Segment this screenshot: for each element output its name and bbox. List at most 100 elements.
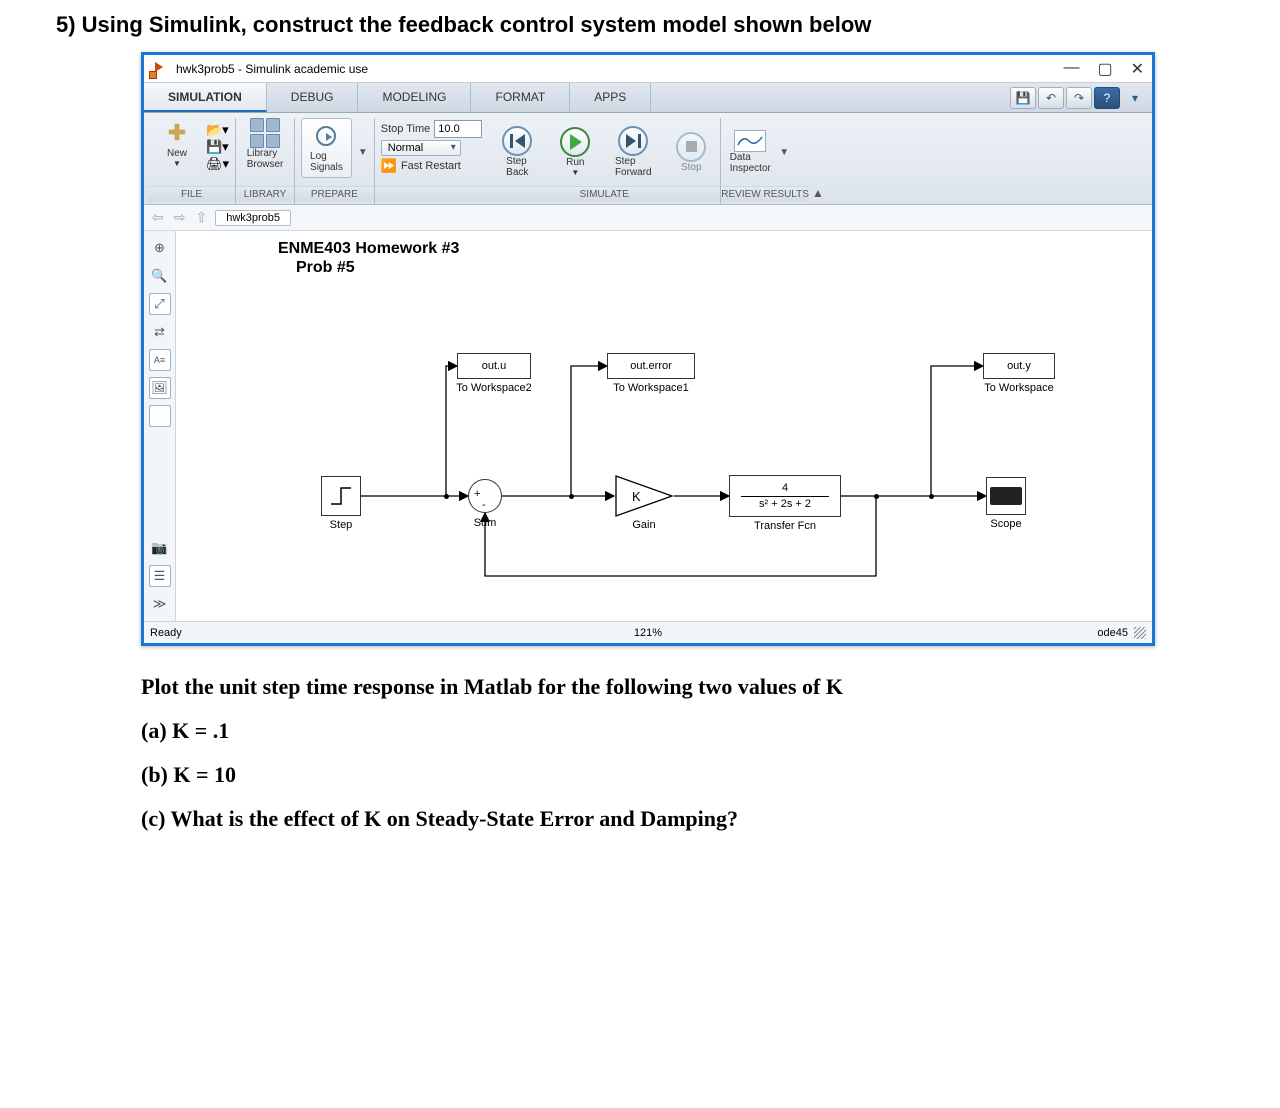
stop-label: Stop <box>681 162 702 173</box>
step-forward-icon <box>618 126 648 156</box>
run-label: Run <box>566 157 584 168</box>
redo-icon[interactable]: ↷ <box>1066 87 1092 109</box>
stoptime-field[interactable]: 10.0 <box>434 120 482 138</box>
simmode-dropdown[interactable]: Normal <box>381 140 461 156</box>
log-signals-button[interactable]: Log Signals <box>301 118 352 178</box>
block-to-workspace2[interactable]: out.u <box>457 353 531 379</box>
tf-den: s² + 2s + 2 <box>759 499 811 510</box>
editor-body: ⊕ 🔍 ⤢ ⇄ A≡ 🖼 📷 ☰ ≫ ENME403 Homework #3 P… <box>144 231 1152 621</box>
palette-zoom-icon[interactable]: 🔍 <box>149 265 171 287</box>
save-icon[interactable]: 💾 <box>1010 87 1036 109</box>
quick-dropdown-icon[interactable]: ▾ <box>1122 87 1148 109</box>
palette-text-icon[interactable]: A≡ <box>149 349 171 371</box>
block-ws1-label: To Workspace1 <box>601 382 701 394</box>
step-back-icon <box>502 126 532 156</box>
plot-instruction: Plot the unit step time response in Matl… <box>141 674 1210 700</box>
palette: ⊕ 🔍 ⤢ ⇄ A≡ 🖼 📷 ☰ ≫ <box>144 231 176 621</box>
palette-target-icon[interactable]: ⊕ <box>149 237 171 259</box>
library-icon <box>252 120 278 146</box>
step-forward-button[interactable]: Step Forward <box>610 124 656 180</box>
breadcrumb[interactable]: hwk3prob5 <box>215 210 291 226</box>
part-b: (b) K = 10 <box>141 762 1210 788</box>
fast-restart-icon[interactable]: ⏩ <box>381 158 397 174</box>
block-step-label: Step <box>321 519 361 531</box>
stop-icon <box>676 132 706 162</box>
nav-back-icon[interactable]: ⇦ <box>150 209 166 226</box>
group-simulate: Step Back Run ▼ Step Forward Stop <box>488 118 721 204</box>
step-back-button[interactable]: Step Back <box>494 124 540 180</box>
block-tf-label: Transfer Fcn <box>729 520 841 532</box>
maximize-icon[interactable]: ▢ <box>1097 59 1112 79</box>
diagram-title: ENME403 Homework #3 Prob #5 <box>278 239 459 277</box>
palette-fit-icon[interactable]: ⤢ <box>149 293 171 315</box>
status-solver[interactable]: ode45 <box>1097 627 1128 639</box>
help-icon[interactable]: ? <box>1094 87 1120 109</box>
window-title: hwk3prob5 - Simulink academic use <box>176 62 368 76</box>
palette-camera-icon[interactable]: 📷 <box>149 537 171 559</box>
block-sum[interactable]: + - <box>468 479 502 513</box>
group-label-prepare: PREPARE <box>295 186 374 202</box>
canvas[interactable]: ENME403 Homework #3 Prob #5 <box>176 231 1152 621</box>
block-gain[interactable]: K <box>614 474 674 518</box>
nav-up-icon[interactable]: ⇧ <box>193 209 209 226</box>
titlebar: hwk3prob5 - Simulink academic use — ▢ ✕ <box>144 55 1152 83</box>
undo-icon[interactable]: ↶ <box>1038 87 1064 109</box>
palette-props-icon[interactable]: ☰ <box>149 565 171 587</box>
save-icon-small[interactable]: 💾▾ <box>206 139 229 155</box>
tab-apps[interactable]: APPS <box>570 83 651 112</box>
collapse-ribbon-icon[interactable]: ▲ <box>809 118 827 204</box>
status-left: Ready <box>150 627 182 639</box>
new-button[interactable]: ✚ New ▼ <box>154 118 200 170</box>
block-scope[interactable] <box>986 477 1026 515</box>
quick-access: 💾 ↶ ↷ ? ▾ <box>1006 83 1152 112</box>
new-icon: ✚ <box>164 120 190 146</box>
review-dropdown-icon[interactable]: ▼ <box>779 147 789 158</box>
statusbar: Ready 121% ode45 <box>144 621 1152 643</box>
palette-image-icon[interactable]: 🖼 <box>149 377 171 399</box>
library-browser-button[interactable]: Library Browser <box>242 118 288 172</box>
block-sum-label: Sum <box>468 517 502 529</box>
resize-grip-icon[interactable] <box>1134 627 1146 639</box>
block-wsy-label: To Workspace <box>972 382 1066 394</box>
node <box>569 494 574 499</box>
stop-button[interactable]: Stop <box>668 130 714 175</box>
simulink-window: hwk3prob5 - Simulink academic use — ▢ ✕ … <box>141 52 1155 646</box>
block-ws2-label: To Workspace2 <box>444 382 544 394</box>
tab-format[interactable]: FORMAT <box>471 83 570 112</box>
palette-blank-icon[interactable] <box>149 405 171 427</box>
block-transfer-fcn[interactable]: 4 s² + 2s + 2 <box>729 475 841 517</box>
print-icon[interactable]: 🖨▾ <box>206 156 229 172</box>
library-label: Library Browser <box>247 148 284 170</box>
run-icon <box>560 127 590 157</box>
ribbon-tabstrip: SIMULATION DEBUG MODELING FORMAT APPS 💾 … <box>144 83 1152 113</box>
block-to-workspace1[interactable]: out.error <box>607 353 695 379</box>
nav-forward-icon[interactable]: ⇨ <box>172 209 188 226</box>
palette-swap-icon[interactable]: ⇄ <box>149 321 171 343</box>
open-icon[interactable]: 📂▾ <box>206 122 229 138</box>
run-button[interactable]: Run ▼ <box>552 125 598 179</box>
block-to-workspace[interactable]: out.y <box>983 353 1055 379</box>
prepare-dropdown-icon[interactable]: ▼ <box>358 147 368 158</box>
node <box>444 494 449 499</box>
fast-restart-label: Fast Restart <box>401 160 461 172</box>
node <box>929 494 934 499</box>
close-icon[interactable]: ✕ <box>1131 59 1144 79</box>
group-label-library: LIBRARY <box>236 186 294 202</box>
palette-more-icon[interactable]: ≫ <box>149 593 171 615</box>
tab-modeling[interactable]: MODELING <box>358 83 471 112</box>
group-label-file: FILE <box>148 186 235 202</box>
data-inspector-label: Data Inspector <box>730 152 771 174</box>
block-step[interactable] <box>321 476 361 516</box>
svg-text:K: K <box>632 489 641 504</box>
new-label: New <box>167 148 187 159</box>
group-label-simulate: SIMULATE <box>488 186 720 202</box>
log-label: Log Signals <box>310 151 343 173</box>
group-prepare: Log Signals ▼ PREPARE <box>295 118 375 204</box>
data-inspector-button[interactable]: Data Inspector <box>727 128 773 176</box>
group-file: ✚ New ▼ 📂▾ 💾▾ 🖨▾ FILE <box>148 118 236 204</box>
group-review: Data Inspector ▼ REVIEW RESULTS <box>721 118 809 204</box>
minimize-icon[interactable]: — <box>1063 59 1079 79</box>
tab-debug[interactable]: DEBUG <box>267 83 359 112</box>
tab-simulation[interactable]: SIMULATION <box>144 83 267 112</box>
wave-icon <box>734 130 766 152</box>
